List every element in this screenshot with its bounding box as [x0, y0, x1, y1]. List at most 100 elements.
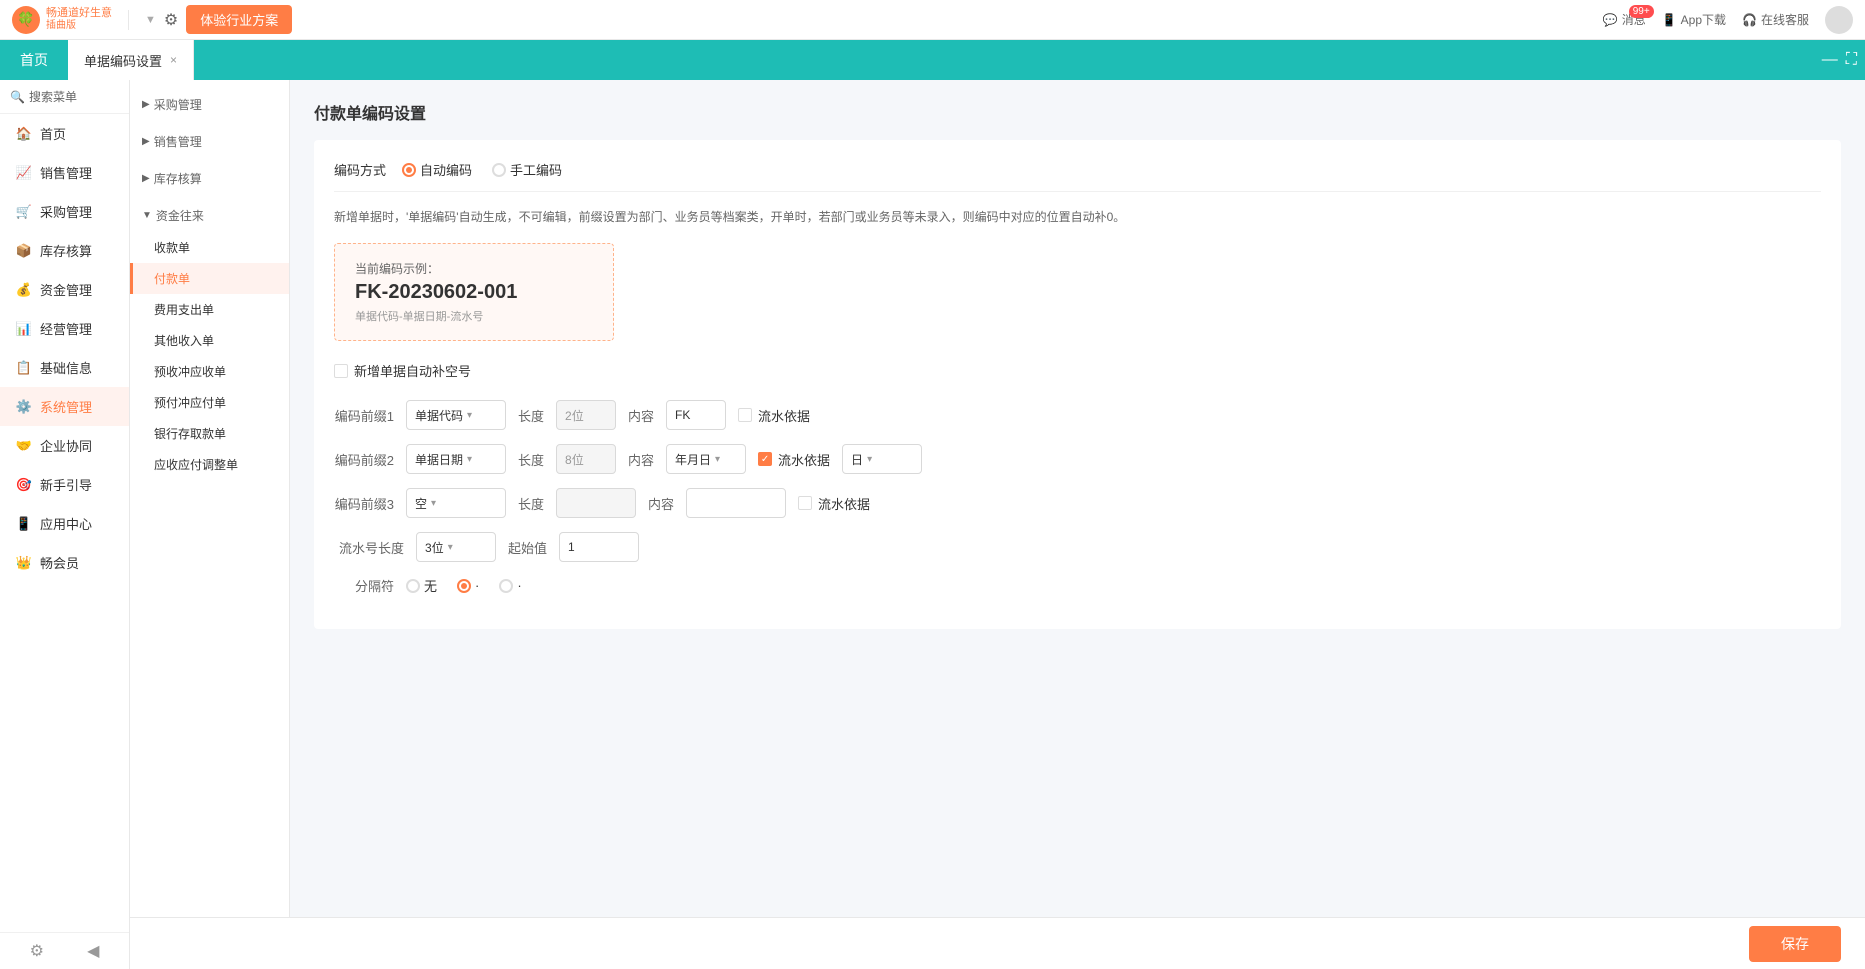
- message-icon: 💬: [1603, 13, 1618, 27]
- sidebar-item-enterprise[interactable]: 🤝 企业协同: [0, 426, 129, 465]
- collapse-icon[interactable]: ◀: [87, 941, 99, 961]
- tab-close-icon[interactable]: ×: [170, 53, 177, 67]
- group-capital: ▼ 资金往来 收款单 付款单 费用支出单 其他收入单 预收冲应收单 预付冲应付单…: [130, 199, 289, 480]
- prefix-1-label: 编码前缀1: [334, 406, 394, 425]
- inventory-icon: 📦: [16, 243, 32, 259]
- prefix-2-select[interactable]: 单据日期 ▾: [406, 444, 506, 474]
- sidebar-item-guide[interactable]: 🎯 新手引导: [0, 465, 129, 504]
- content-2-label: 内容: [628, 450, 654, 469]
- brand-icon: 🍀: [12, 6, 40, 34]
- separator-dot-radio[interactable]: ·: [457, 578, 479, 593]
- sales-icon: 📈: [16, 165, 32, 181]
- sidebar-item-sales[interactable]: 📈 销售管理: [0, 153, 129, 192]
- tab-minimize-icon[interactable]: —: [1822, 51, 1838, 69]
- home-icon: 🏠: [16, 126, 32, 142]
- experience-button[interactable]: 体验行业方案: [186, 5, 292, 34]
- top-nav-dropdown[interactable]: ▼: [145, 14, 156, 26]
- sidebar-item-receipt[interactable]: 收款单: [130, 232, 289, 263]
- main-layout: 🔍 搜索菜单 🏠 首页 📈 销售管理 🛒 采购管理 📦 库存核算 💰 资金管理 …: [0, 80, 1865, 969]
- hint-text: 新增单据时，'单据编码'自动生成，不可编辑，前缀设置为部门、业务员等档案类，开单…: [334, 208, 1821, 227]
- sidebar-item-member[interactable]: 👑 畅会员: [0, 543, 129, 582]
- radio-manual-circle: [492, 163, 506, 177]
- sidebar-item-adjustment[interactable]: 应收应付调整单: [130, 449, 289, 480]
- group-sales: ▶ 销售管理: [130, 125, 289, 158]
- settings-bottom-icon[interactable]: ⚙: [30, 941, 44, 961]
- start-value-input[interactable]: 1: [559, 532, 639, 562]
- serial-3-checkbox[interactable]: 流水依据: [798, 494, 870, 513]
- separator-dash-radio[interactable]: ·: [499, 578, 521, 593]
- sidebar-item-expense[interactable]: 费用支出单: [130, 294, 289, 325]
- separator-dot-inner: [461, 583, 467, 589]
- group-inventory-header[interactable]: ▶ 库存核算: [130, 162, 289, 195]
- save-button[interactable]: 保存: [1749, 926, 1841, 962]
- sidebar-item-apps[interactable]: 📱 应用中心: [0, 504, 129, 543]
- user-avatar[interactable]: [1825, 6, 1853, 34]
- sidebar-item-inventory[interactable]: 📦 库存核算: [0, 231, 129, 270]
- second-sidebar: ▶ 采购管理 ▶ 销售管理 ▶ 库存核算: [130, 80, 290, 917]
- sidebar-item-home[interactable]: 🏠 首页: [0, 114, 129, 153]
- prefix-3-select[interactable]: 空 ▾: [406, 488, 506, 518]
- group-sales-header[interactable]: ▶ 销售管理: [130, 125, 289, 158]
- content-with-sidebar: ▶ 采购管理 ▶ 销售管理 ▶ 库存核算: [130, 80, 1865, 917]
- settings-icon[interactable]: ⚙: [164, 10, 178, 30]
- tab-maximize-icon[interactable]: ⛶: [1846, 51, 1857, 69]
- serial-1-checkbox[interactable]: 流水依据: [738, 406, 810, 425]
- serial-length-select[interactable]: 3位 ▾: [416, 532, 496, 562]
- sidebar-item-operation[interactable]: 📊 经营管理: [0, 309, 129, 348]
- radio-manual[interactable]: 手工编码: [492, 160, 562, 179]
- online-service-button[interactable]: 🎧 在线客服: [1742, 11, 1809, 28]
- content-2-select[interactable]: 年月日 ▾: [666, 444, 746, 474]
- code-preview-label: 当前编码示例：: [355, 260, 593, 277]
- length-1-label: 长度: [518, 406, 544, 425]
- code-preview-sub: 单据代码-单据日期-流水号: [355, 308, 593, 324]
- sidebar-item-prepay-receive[interactable]: 预收冲应收单: [130, 356, 289, 387]
- top-bar: 🍀 畅通道好生意 插曲版 ▼ ⚙ 体验行业方案 💬 消息 99+ 📱 App下载…: [0, 0, 1865, 40]
- auto-fill-checkbox-box: [334, 364, 348, 378]
- radio-auto[interactable]: 自动编码: [402, 160, 472, 179]
- auto-fill-checkbox[interactable]: 新增单据自动补空号: [334, 361, 471, 380]
- content-1-value: FK: [666, 400, 726, 430]
- separator-none-circle: [406, 579, 420, 593]
- apps-icon: 📱: [16, 516, 32, 532]
- message-button[interactable]: 💬 消息 99+: [1603, 11, 1646, 28]
- sidebar-item-other-income[interactable]: 其他收入单: [130, 325, 289, 356]
- separator-dash-circle: [499, 579, 513, 593]
- service-icon: 🎧: [1742, 13, 1757, 27]
- prefix-row-1: 编码前缀1 单据代码 ▾ 长度 2位 内容 FK 流水依据: [334, 400, 1821, 430]
- sidebar-item-finance[interactable]: 💰 资金管理: [0, 270, 129, 309]
- length-1-value: 2位: [556, 400, 616, 430]
- separator-none-radio[interactable]: 无: [406, 576, 437, 595]
- bottom-bar: 保存: [130, 917, 1865, 969]
- serial-1-checkbox-box: [738, 408, 752, 422]
- sidebar-item-prepay-pay[interactable]: 预付冲应付单: [130, 387, 289, 418]
- basic-icon: 📋: [16, 360, 32, 376]
- group-capital-header[interactable]: ▼ 资金往来: [130, 199, 289, 232]
- sidebar-search[interactable]: 🔍 搜索菜单: [0, 80, 129, 114]
- tab-home[interactable]: 首页: [0, 40, 68, 80]
- date-unit-select[interactable]: 日 ▾: [842, 444, 922, 474]
- arrow-expand-icon: ▼: [142, 210, 152, 221]
- prefix-row-2: 编码前缀2 单据日期 ▾ 长度 8位 内容 年月日 ▾ ✓: [334, 444, 1821, 474]
- separator-row: 分隔符 无 ·: [334, 576, 1821, 595]
- group-purchase-header[interactable]: ▶ 采购管理: [130, 88, 289, 121]
- sidebar-item-bank[interactable]: 银行存取款单: [130, 418, 289, 449]
- sidebar-bottom: ⚙ ◀: [0, 932, 129, 969]
- sidebar-item-purchase[interactable]: 🛒 采购管理: [0, 192, 129, 231]
- arrow-icon: ▶: [142, 173, 150, 184]
- brand-text: 畅通道好生意 插曲版: [46, 7, 112, 32]
- guide-icon: 🎯: [16, 477, 32, 493]
- serial-2-checkbox[interactable]: ✓ 流水依据: [758, 450, 830, 469]
- sidebar-item-basic[interactable]: 📋 基础信息: [0, 348, 129, 387]
- prefix-3-label: 编码前缀3: [334, 494, 394, 513]
- group-inventory: ▶ 库存核算: [130, 162, 289, 195]
- finance-icon: 💰: [16, 282, 32, 298]
- sidebar-item-system[interactable]: ⚙️ 系统管理: [0, 387, 129, 426]
- prefix-2-label: 编码前缀2: [334, 450, 394, 469]
- serial-length-row: 流水号长度 3位 ▾ 起始值 1: [334, 532, 1821, 562]
- prefix-1-select[interactable]: 单据代码 ▾: [406, 400, 506, 430]
- radio-auto-circle: [402, 163, 416, 177]
- app-download-button[interactable]: 📱 App下载: [1662, 11, 1726, 28]
- separator-radio-group: 无 · ·: [406, 576, 522, 595]
- tab-document-encoding[interactable]: 单据编码设置 ×: [68, 40, 194, 80]
- sidebar-item-payment[interactable]: 付款单: [130, 263, 289, 294]
